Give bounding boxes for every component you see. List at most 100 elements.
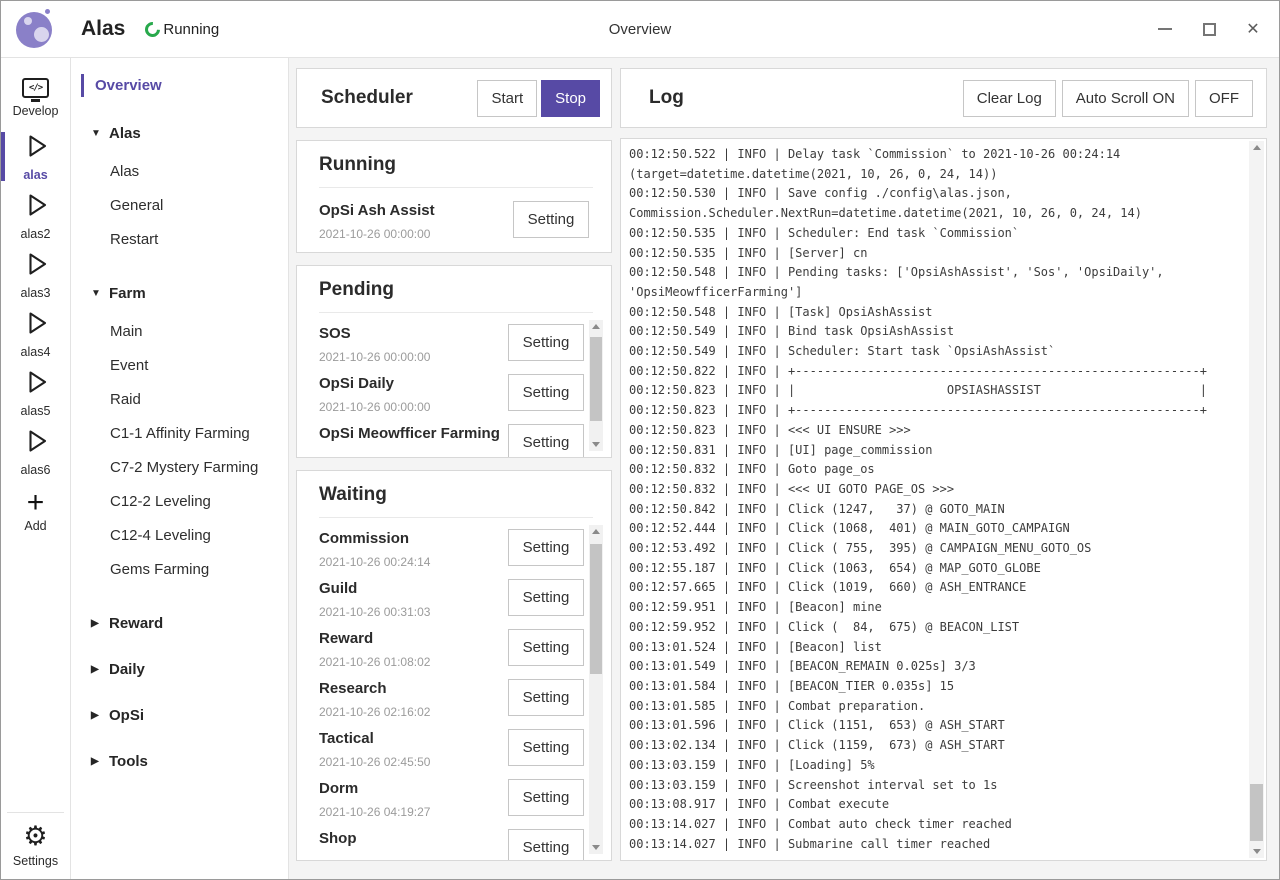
setting-button[interactable]: Setting [508,729,584,766]
setting-button[interactable]: Setting [513,201,589,238]
menu-section-header-daily[interactable]: ▶Daily [71,659,288,679]
setting-button[interactable]: Setting [508,324,584,361]
menu-item-restart[interactable]: Restart [71,223,288,257]
menu-section-header-opsi[interactable]: ▶OpSi [71,705,288,725]
menu-section-header-alas[interactable]: ▼Alas [71,123,288,143]
menu-section-header-reward[interactable]: ▶Reward [71,613,288,633]
setting-button[interactable]: Setting [508,374,584,411]
auto-scroll-on-button[interactable]: Auto Scroll ON [1062,80,1189,117]
menu-item-raid[interactable]: Raid [71,383,288,417]
play-icon [21,308,51,343]
tasks-panel-waiting: WaitingCommission2021-10-26 00:24:14Sett… [296,470,612,861]
rail-item-alas3[interactable]: alas3 [1,245,70,304]
tasks-panel-running: RunningOpSi Ash Assist2021-10-26 00:00:0… [296,140,612,253]
main-area: </>Developalas alas2 alas3 alas4 alas5alas6+… [1,58,1279,879]
task-name: Guild [319,579,430,599]
setting-button[interactable]: Setting [508,629,584,666]
scheduler-title: Scheduler [321,87,413,109]
scroll-track[interactable] [1249,154,1264,845]
rail-item-label: alas4 [21,345,51,359]
menu-item-general[interactable]: General [71,189,288,223]
task-info: Guild 2021-10-26 00:31:03 [319,579,430,619]
menu-item-event[interactable]: Event [71,349,288,383]
group-body: OpSi Ash Assist2021-10-26 00:00:00Settin… [319,195,611,252]
scroll-down-arrow[interactable] [589,438,603,451]
scroll-track[interactable] [589,333,603,438]
scroll-down-arrow[interactable] [589,841,603,854]
task-name: Reward [319,629,430,649]
task-next-run: 2021-10-26 00:31:03 [319,605,430,619]
stop-button[interactable]: Stop [541,80,600,117]
log-line: 'OpsiMeowfficerFarming'] [629,283,1240,303]
rail-item-label: alas2 [21,227,51,241]
menu-item-c12-4-leveling[interactable]: C12-4 Leveling [71,519,288,553]
task-list-scrollbar[interactable] [589,320,603,451]
menu-item-c7-2-mystery-farming[interactable]: C7-2 Mystery Farming [71,451,288,485]
rail-item-alas5[interactable]: alas5 [1,363,70,422]
rail-item-label: alas3 [21,286,51,300]
scroll-thumb[interactable] [590,337,602,421]
setting-button[interactable]: Setting [508,679,584,716]
task-info: Reward2021-10-26 01:08:02 [319,629,430,669]
menu-item-alas[interactable]: Alas [71,155,288,189]
menu-item-main[interactable]: Main [71,315,288,349]
clear-log-button[interactable]: Clear Log [963,80,1056,117]
scheduler-status-text: Running [163,21,219,38]
minimize-button[interactable] [1151,15,1179,43]
log-line: (target=datetime.datetime(2021, 10, 26, … [629,165,1240,185]
menu-section-header-farm[interactable]: ▼Farm [71,283,288,303]
setting-button[interactable]: Setting [508,779,584,816]
setting-button[interactable]: Setting [508,829,584,860]
log-scrollbar[interactable] [1249,141,1264,858]
task-name: Shop [319,829,357,849]
setting-button[interactable]: Setting [508,424,584,457]
rail-item-add[interactable]: +Add [1,481,70,540]
scroll-thumb[interactable] [590,544,602,674]
menu-section-header-tools[interactable]: ▶Tools [71,751,288,771]
window-controls: ✕ [1151,15,1267,43]
log-line: 00:12:52.444 | INFO | Click (1068, 401) … [629,519,1240,539]
log-output[interactable]: 00:12:50.522 | INFO | Delay task `Commis… [629,145,1240,856]
menu-item-c1-1-affinity-farming[interactable]: C1-1 Affinity Farming [71,417,288,451]
rail-item-alas6[interactable]: alas6 [1,422,70,481]
log-line: 00:12:50.822 | INFO | +-----------------… [629,362,1240,382]
rail-item-label: Settings [13,854,58,868]
setting-button[interactable]: Setting [508,529,584,566]
rail-item-alas2[interactable]: alas2 [1,186,70,245]
scroll-up-arrow[interactable] [589,525,603,538]
task-info: OpSi Meowfficer Farming [319,424,500,450]
menu-item-gems-farming[interactable]: Gems Farming [71,553,288,587]
task-list: OpSi Ash Assist2021-10-26 00:00:00Settin… [319,195,611,252]
task-info: Shop [319,829,357,855]
close-button[interactable]: ✕ [1239,15,1267,43]
task-name: SOS [319,324,430,344]
task-next-run: 2021-10-26 04:19:27 [319,805,430,819]
setting-button[interactable]: Setting [508,579,584,616]
chevron-right-icon: ▶ [91,664,102,675]
menu-item-overview[interactable]: Overview [71,74,288,97]
task-list-scrollbar[interactable] [589,525,603,854]
start-button[interactable]: Start [477,80,537,117]
rail-bottom: ⚙ Settings [7,812,64,879]
scroll-up-arrow[interactable] [589,320,603,333]
menu-section-tools: ▶Tools [71,751,288,771]
rail-item-settings[interactable]: ⚙ Settings [7,819,64,871]
rail-item-alas4[interactable]: alas4 [1,304,70,363]
scroll-up-arrow[interactable] [1249,141,1264,154]
auto-scroll-off-button[interactable]: OFF [1195,80,1253,117]
maximize-button[interactable] [1195,15,1223,43]
task-next-run: 2021-10-26 00:00:00 [319,227,435,241]
log-line: 00:13:01.549 | INFO | [BEACON_REMAIN 0.0… [629,657,1240,677]
scroll-down-arrow[interactable] [1249,845,1264,858]
menu-section-label: Tools [109,753,148,770]
log-line: 00:13:01.524 | INFO | [Beacon] list [629,638,1240,658]
task-info: Dorm2021-10-26 04:19:27 [319,779,430,819]
rail-item-develop[interactable]: </>Develop [1,68,70,127]
scroll-track[interactable] [589,538,603,841]
task-row-research: Research2021-10-26 02:16:02Setting [319,675,584,725]
active-indicator [81,74,84,97]
content-area: Scheduler Start Stop RunningOpSi Ash Ass… [289,58,1279,879]
scroll-thumb[interactable] [1250,784,1263,841]
menu-item-c12-2-leveling[interactable]: C12-2 Leveling [71,485,288,519]
rail-item-alas[interactable]: alas [1,127,70,186]
